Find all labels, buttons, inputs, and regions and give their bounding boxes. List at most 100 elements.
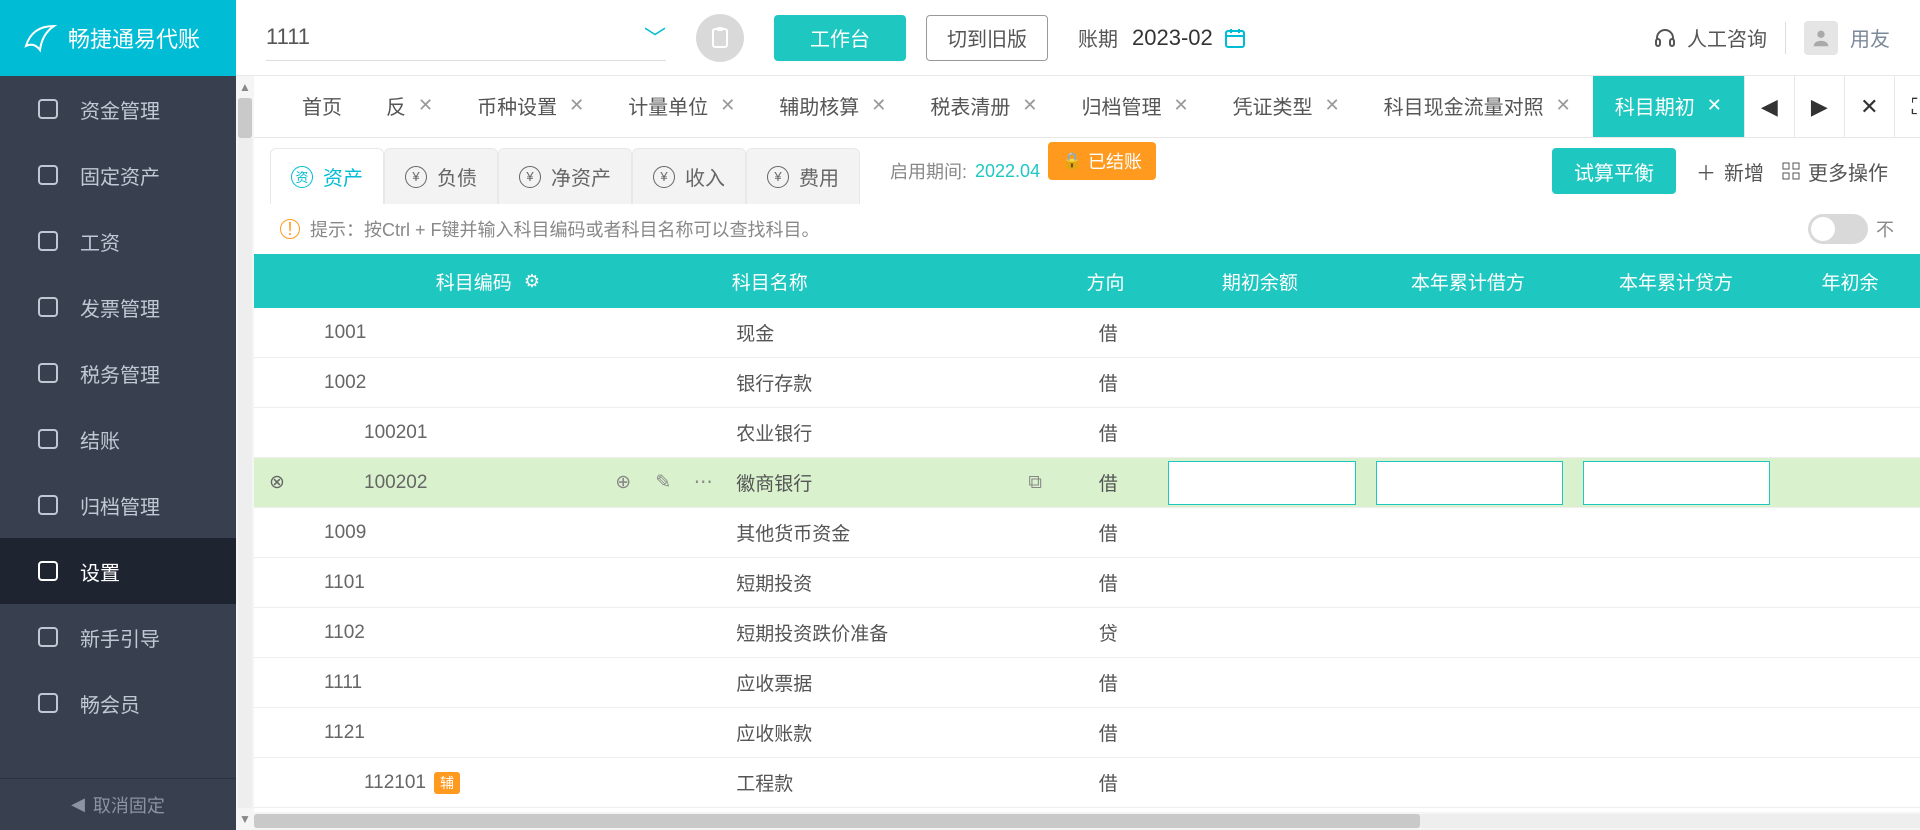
percent-icon [36,361,60,385]
table-row[interactable]: 1111应收票据借 [254,658,1920,708]
tab-反[interactable]: 反✕ [364,76,455,137]
vip-icon [36,691,60,715]
chevron-down-icon: ﹀ [644,21,666,53]
table-header: 科目编码⚙ 科目名称 方向 期初余额 本年累计借方 本年累计贷方 年初余 [254,254,1920,308]
category-tab-净资产[interactable]: ¥净资产 [498,148,632,204]
period-label: 账期 [1078,23,1118,52]
horizontal-scrollbar[interactable] [254,812,1920,830]
edit-icon[interactable]: ✎ [650,470,676,496]
copy-icon[interactable]: ⧉ [1022,470,1048,496]
play-icon [36,625,60,649]
close-icon[interactable]: ✕ [1556,95,1571,116]
tab-close-button[interactable]: ✕ [1844,76,1894,137]
user-menu[interactable]: 用友 [1804,21,1890,55]
sidebar-item-vip[interactable]: 畅会员 [0,670,236,736]
switch-old-button[interactable]: 切到旧版 [926,15,1048,61]
tab-expand-button[interactable]: ⛶ [1894,76,1920,137]
closed-badge: 🔒 已结账 [1048,142,1156,180]
category-icon: ¥ [519,166,541,188]
sidebar-item-play[interactable]: 新手引导 [0,604,236,670]
sidebar-item-bank[interactable]: 结账 [0,406,236,472]
close-icon[interactable]: ✕ [1022,95,1037,116]
more-icon[interactable]: ⋯ [690,470,716,496]
category-tab-费用[interactable]: ¥费用 [746,148,860,204]
receipt-icon [36,295,60,319]
begin-balance-input[interactable] [1168,461,1355,505]
table-row[interactable]: 1001现金借 [254,308,1920,358]
table-row[interactable]: 1121应收账款借 [254,708,1920,758]
new-button[interactable]: ＋ 新增 [1696,157,1764,186]
close-icon[interactable]: ✕ [418,95,433,116]
table-row[interactable]: 1102短期投资跌价准备贷 [254,608,1920,658]
hint-text: 提示：按Ctrl + F键并输入科目编码或者科目名称可以查找科目。 [310,216,820,242]
category-tab-收入[interactable]: ¥收入 [632,148,746,204]
table-row[interactable]: ⊗100202 ⊕ ✎ ⋯ 徽商银行⧉借 [254,458,1920,508]
toggle-partial-label: 不 [1876,216,1894,242]
close-icon[interactable]: ✕ [1707,95,1722,116]
sidebar-item-gear[interactable]: 设置 [0,538,236,604]
clipboard-button[interactable] [696,14,744,62]
tab-首页[interactable]: 首页 [280,76,364,137]
logo-icon [22,20,58,56]
tab-prev-button[interactable]: ◀ [1744,76,1794,137]
close-icon[interactable]: ✕ [1173,95,1188,116]
category-icon: 资 [291,166,313,188]
category-icon: ¥ [405,166,427,188]
trial-balance-button[interactable]: 试算平衡 [1552,148,1676,194]
tab-税表清册[interactable]: 税表清册✕ [908,76,1059,137]
delete-row-icon[interactable]: ⊗ [264,470,290,496]
table-row[interactable]: 1002银行存款借 [254,358,1920,408]
entity-value: 1111 [266,24,310,50]
sidebar-item-receipt[interactable]: 发票管理 [0,274,236,340]
tab-凭证类型[interactable]: 凭证类型✕ [1211,76,1362,137]
workbench-button[interactable]: 工作台 [774,15,906,61]
calendar-icon[interactable] [1223,26,1247,50]
tab-辅助核算[interactable]: 辅助核算✕ [757,76,908,137]
card-icon [36,229,60,253]
sidebar-item-percent[interactable]: 税务管理 [0,340,236,406]
category-icon: ¥ [653,166,675,188]
table-row[interactable]: 112101辅工程款借 [254,758,1920,808]
tab-next-button[interactable]: ▶ [1794,76,1844,137]
tab-科目期初[interactable]: 科目期初✕ [1593,76,1744,137]
sidebar-item-box[interactable]: 固定资产 [0,142,236,208]
table-row[interactable]: 1009其他货币资金借 [254,508,1920,558]
headset-icon [1653,26,1677,50]
category-tab-row: 资资产¥负债¥净资产¥收入¥费用 启用期间: 2022.04 🔒 已结账 试算平… [254,138,1920,204]
close-icon[interactable]: ✕ [569,95,584,116]
tab-币种设置[interactable]: 币种设置✕ [455,76,606,137]
more-button[interactable]: 更多操作 [1782,157,1888,186]
gear-icon[interactable]: ⚙ [524,271,540,292]
tab-计量单位[interactable]: 计量单位✕ [606,76,757,137]
table-row[interactable]: 100201农业银行借 [254,408,1920,458]
category-tab-负债[interactable]: ¥负债 [384,148,498,204]
year-debit-input[interactable] [1376,461,1563,505]
tab-科目现金流量对照[interactable]: 科目现金流量对照✕ [1362,76,1593,137]
sidebar-item-archive[interactable]: 归档管理 [0,472,236,538]
table-row[interactable]: 1101短期投资借 [254,558,1920,608]
coin-icon [36,97,60,121]
sidebar-item-coin[interactable]: 资金管理 [0,76,236,142]
gear-icon [36,559,60,583]
close-icon[interactable]: ✕ [871,95,886,116]
close-icon[interactable]: ✕ [1325,95,1340,116]
archive-icon [36,493,60,517]
period-value: 2023-02 [1132,25,1213,51]
brand-logo: 畅捷通易代账 [0,0,236,76]
category-tab-资产[interactable]: 资资产 [270,148,384,204]
entity-selector[interactable]: 1111 ﹀ [266,15,666,61]
unpin-button[interactable]: ◀取消固定 [0,778,236,830]
tab-归档管理[interactable]: 归档管理✕ [1059,76,1210,137]
help-link[interactable]: 人工咨询 [1635,23,1785,52]
logo-text: 畅捷通易代账 [68,22,200,54]
add-icon[interactable]: ⊕ [610,470,636,496]
year-credit-input[interactable] [1583,461,1770,505]
info-icon: ! [280,219,300,239]
bank-icon [36,427,60,451]
avatar-icon [1804,21,1838,55]
sidebar-item-card[interactable]: 工资 [0,208,236,274]
filter-toggle[interactable] [1808,214,1868,244]
arrow-left-icon: ◀ [71,794,85,815]
sidebar-scrollbar[interactable]: ▲▼ [236,76,254,830]
close-icon[interactable]: ✕ [720,95,735,116]
